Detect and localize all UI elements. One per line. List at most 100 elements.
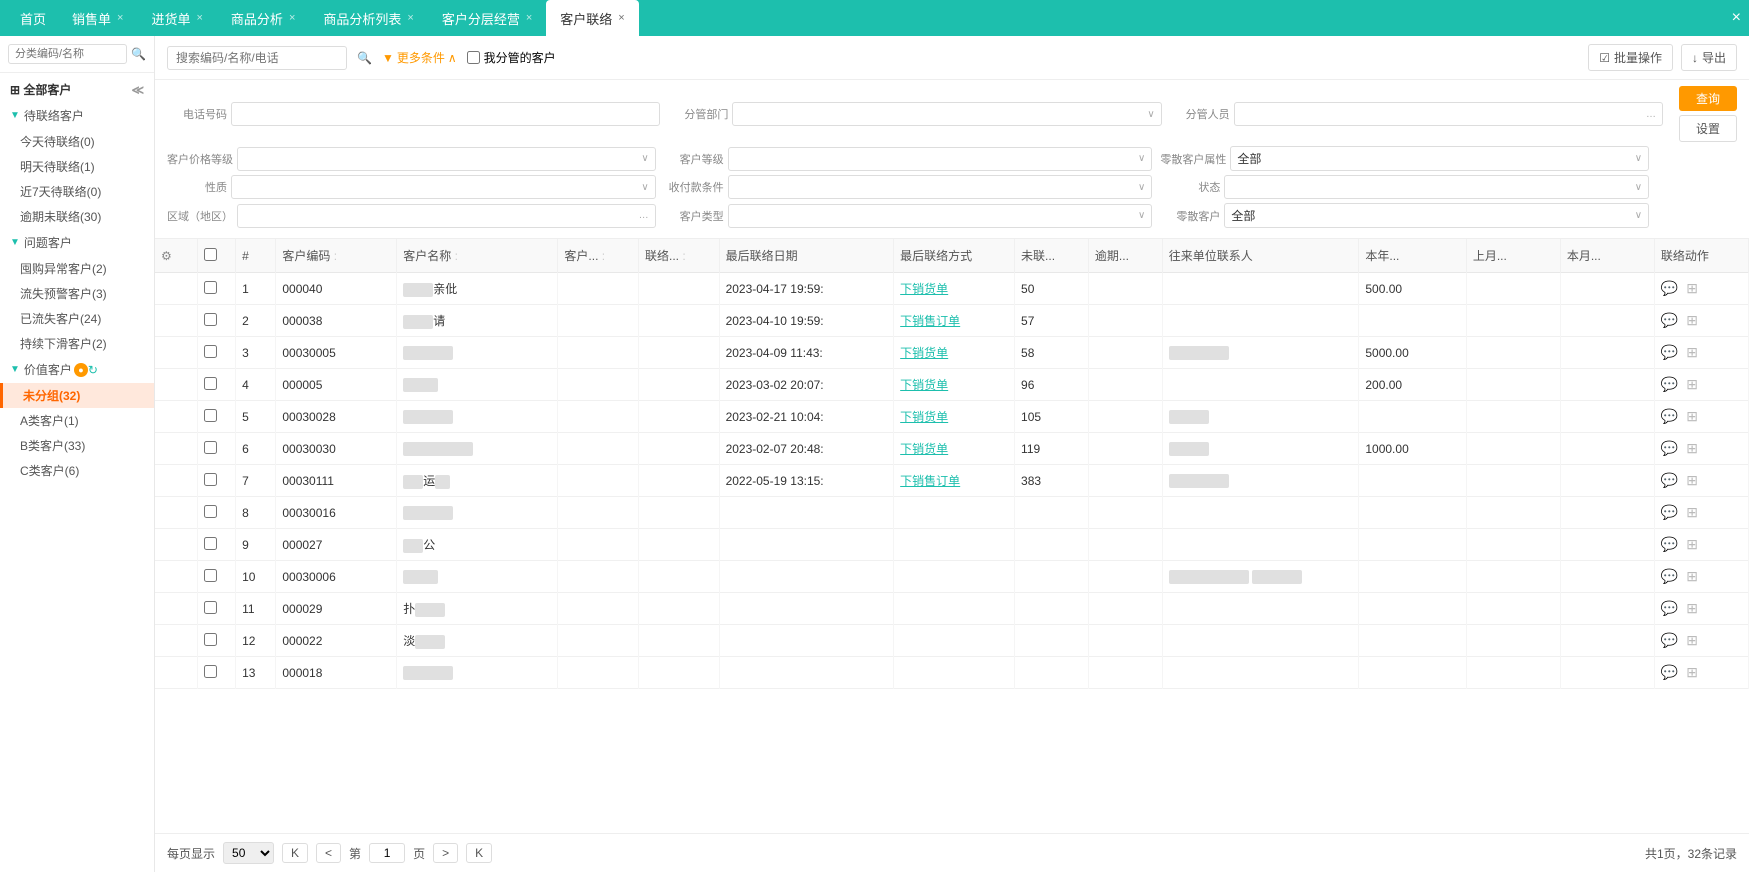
- checkbox-cell[interactable]: [198, 273, 236, 305]
- nav-tab-商品分析[interactable]: 商品分析×: [217, 0, 309, 36]
- last-method-link[interactable]: 下销货单: [900, 346, 948, 360]
- nav-tab-销售单[interactable]: 销售单×: [58, 0, 137, 36]
- last-page-btn[interactable]: K: [466, 843, 492, 863]
- dept-select[interactable]: ∨: [732, 102, 1161, 126]
- chat-icon[interactable]: 💬: [1661, 568, 1678, 585]
- grid-icon[interactable]: ⊞: [1686, 440, 1698, 457]
- nav-home[interactable]: 首页: [8, 9, 58, 28]
- chat-icon[interactable]: 💬: [1661, 440, 1678, 457]
- grid-icon[interactable]: ⊞: [1686, 504, 1698, 521]
- nature-select[interactable]: ∨: [231, 175, 656, 199]
- chat-icon[interactable]: 💬: [1661, 472, 1678, 489]
- chat-icon[interactable]: 💬: [1661, 376, 1678, 393]
- sidebar-item[interactable]: B类客户(33): [0, 433, 154, 458]
- window-close-icon[interactable]: ×: [1732, 9, 1741, 27]
- payment-select[interactable]: ∨: [728, 175, 1153, 199]
- chat-icon[interactable]: 💬: [1661, 312, 1678, 329]
- checkbox-cell[interactable]: [198, 593, 236, 625]
- no-contact-col-header[interactable]: 未联...: [1015, 239, 1089, 273]
- this-month-col-header[interactable]: 本月...: [1560, 239, 1654, 273]
- refresh-icon[interactable]: ↻: [88, 363, 98, 377]
- sidebar-item[interactable]: 持续下滑客户(2): [0, 331, 154, 356]
- contact-col-header[interactable]: 联络... :: [638, 239, 719, 273]
- reset-btn[interactable]: 设置: [1679, 115, 1737, 142]
- sidebar-item[interactable]: 已流失客户(24): [0, 306, 154, 331]
- chat-icon[interactable]: 💬: [1661, 664, 1678, 681]
- last-method-link[interactable]: 下销售订单: [900, 314, 960, 328]
- first-page-btn[interactable]: K: [282, 843, 308, 863]
- more-conditions-btn[interactable]: ▼ 更多条件 ∧: [382, 49, 457, 66]
- checkbox-cell[interactable]: [198, 497, 236, 529]
- this-year-col-header[interactable]: 本年...: [1359, 239, 1466, 273]
- grid-icon[interactable]: ⊞: [1686, 408, 1698, 425]
- grid-icon[interactable]: ⊞: [1686, 632, 1698, 649]
- sidebar-item[interactable]: 囤购异常客户(2): [0, 256, 154, 281]
- grid-icon[interactable]: ⊞: [1686, 664, 1698, 681]
- grid-icon[interactable]: ⊞: [1686, 536, 1698, 553]
- batch-operation-btn[interactable]: ☑ 批量操作: [1588, 44, 1673, 71]
- checkbox-cell[interactable]: [198, 401, 236, 433]
- chat-icon[interactable]: 💬: [1661, 600, 1678, 617]
- sidebar-group-title[interactable]: ▼待联络客户: [0, 102, 154, 129]
- sidebar-collapse-icon[interactable]: ≪: [131, 83, 144, 97]
- grid-icon[interactable]: ⊞: [1686, 600, 1698, 617]
- last-method-col-header[interactable]: 最后联络方式: [894, 239, 1015, 273]
- checkbox-cell[interactable]: [198, 337, 236, 369]
- customer-type-select[interactable]: ∨: [728, 204, 1153, 228]
- tab-close-icon[interactable]: ×: [289, 12, 295, 24]
- export-btn[interactable]: ↓ 导出: [1681, 44, 1737, 71]
- grid-icon[interactable]: ⊞: [1686, 312, 1698, 329]
- settings-col-header[interactable]: ⚙: [155, 239, 198, 273]
- chat-icon[interactable]: 💬: [1661, 408, 1678, 425]
- checkbox-cell[interactable]: [198, 561, 236, 593]
- tab-close-icon[interactable]: ×: [117, 12, 123, 24]
- last-method-link[interactable]: 下销货单: [900, 442, 948, 456]
- retail-customer-select[interactable]: 全部∨: [1224, 203, 1649, 228]
- last-method-link[interactable]: 下销售订单: [900, 474, 960, 488]
- checkbox-cell[interactable]: [198, 529, 236, 561]
- checkbox-cell[interactable]: [198, 465, 236, 497]
- region-select[interactable]: …: [237, 204, 656, 228]
- last-method-link[interactable]: 下销货单: [900, 282, 948, 296]
- name-col-header[interactable]: 客户名称 :: [397, 239, 558, 273]
- code-col-header[interactable]: 客户编码 :: [276, 239, 397, 273]
- sidebar-item[interactable]: 未分组(32): [0, 383, 154, 408]
- tab-close-icon[interactable]: ×: [526, 12, 532, 24]
- grid-icon[interactable]: ⊞: [1686, 568, 1698, 585]
- chat-icon[interactable]: 💬: [1661, 344, 1678, 361]
- overdue-col-header[interactable]: 逾期...: [1088, 239, 1162, 273]
- manager-select[interactable]: …: [1234, 102, 1663, 126]
- chat-icon[interactable]: 💬: [1661, 632, 1678, 649]
- next-page-btn[interactable]: >: [433, 843, 458, 863]
- sidebar-item[interactable]: 近7天待联络(0): [0, 179, 154, 204]
- checkbox-cell[interactable]: [198, 657, 236, 689]
- sidebar-group-title[interactable]: ▼价值客户 ● ↻: [0, 356, 154, 383]
- nav-tab-进货单[interactable]: 进货单×: [137, 0, 216, 36]
- checkbox-cell[interactable]: [198, 369, 236, 401]
- chat-icon[interactable]: 💬: [1661, 504, 1678, 521]
- grid-icon[interactable]: ⊞: [1686, 472, 1698, 489]
- per-page-select[interactable]: 50 100: [223, 842, 274, 864]
- checkbox-cell[interactable]: [198, 433, 236, 465]
- tab-close-icon[interactable]: ×: [618, 12, 624, 24]
- filter-search-icon[interactable]: 🔍: [357, 51, 372, 65]
- type-col-header[interactable]: 客户... :: [558, 239, 639, 273]
- last-method-link[interactable]: 下销货单: [900, 378, 948, 392]
- chat-icon[interactable]: 💬: [1661, 280, 1678, 297]
- nav-tab-商品分析列表[interactable]: 商品分析列表×: [309, 0, 427, 36]
- last-month-col-header[interactable]: 上月...: [1466, 239, 1560, 273]
- phone-input[interactable]: [231, 102, 660, 126]
- grid-icon[interactable]: ⊞: [1686, 344, 1698, 361]
- filter-search-input[interactable]: [167, 46, 347, 70]
- sidebar-search-input[interactable]: [8, 44, 127, 64]
- price-level-select[interactable]: ∨: [237, 147, 656, 171]
- page-input[interactable]: [369, 843, 405, 863]
- checkbox-col-header[interactable]: [198, 239, 236, 273]
- nav-tab-客户联络[interactable]: 客户联络×: [546, 0, 638, 36]
- grid-icon[interactable]: ⊞: [1686, 376, 1698, 393]
- all-customers-header[interactable]: ⊞ 全部客户 ≪: [0, 73, 154, 102]
- checkbox-cell[interactable]: [198, 305, 236, 337]
- prev-page-btn[interactable]: <: [316, 843, 341, 863]
- sidebar-item[interactable]: C类客户(6): [0, 458, 154, 483]
- last-method-link[interactable]: 下销货单: [900, 410, 948, 424]
